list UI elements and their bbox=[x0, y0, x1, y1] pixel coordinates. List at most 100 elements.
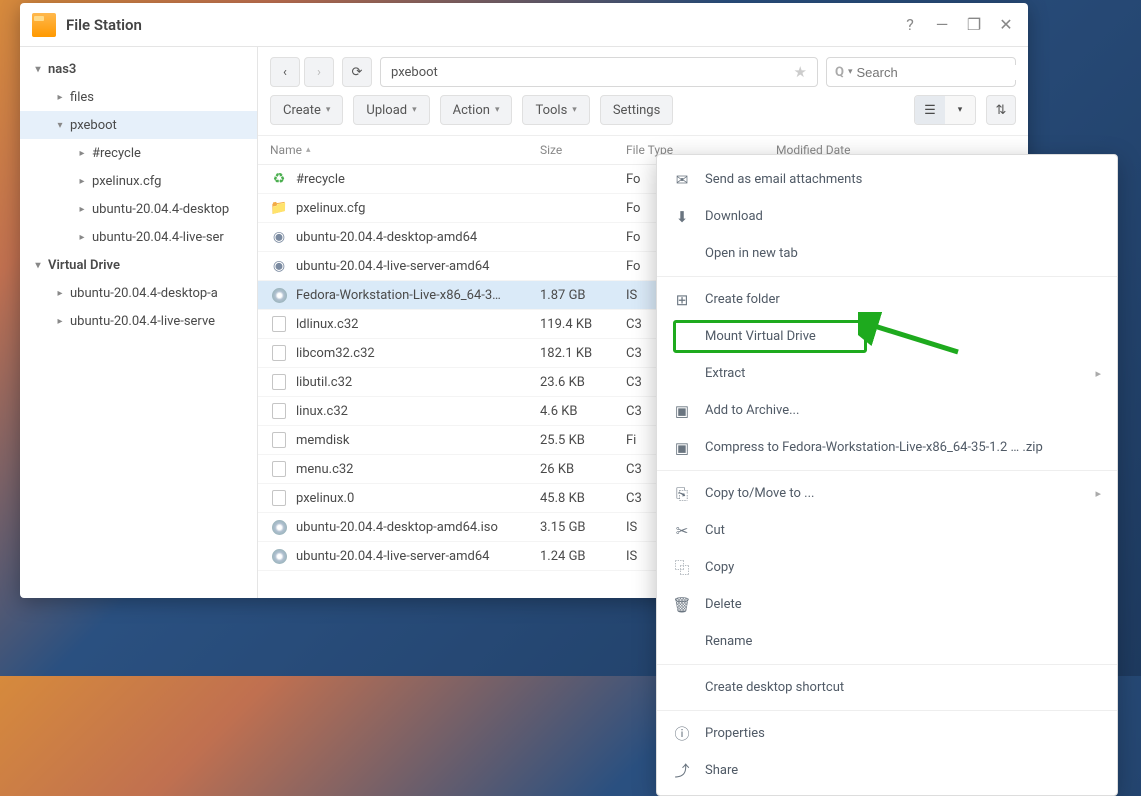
tree-item-label: ubuntu-20.04.4-desktop-a bbox=[70, 286, 218, 301]
sidebar-item-virtual-drive[interactable]: ▾Virtual Drive bbox=[20, 251, 257, 279]
window-controls: ? — ❐ ✕ bbox=[900, 15, 1016, 35]
maximize-button[interactable]: ❐ bbox=[964, 15, 984, 35]
favorite-star-icon[interactable]: ★ bbox=[794, 63, 807, 81]
context-menu-item-label: Send as email attachments bbox=[705, 172, 862, 187]
context-menu-open-in-new-tab[interactable]: Open in new tab bbox=[657, 235, 1117, 272]
file-size: 26 KB bbox=[540, 462, 626, 477]
tree-item-label: nas3 bbox=[48, 62, 76, 77]
minimize-button[interactable]: — bbox=[932, 15, 952, 35]
context-menu-cut[interactable]: ✂Cut bbox=[657, 512, 1117, 549]
context-menu-extract[interactable]: Extract ▸ bbox=[657, 355, 1117, 392]
file-icon bbox=[270, 460, 288, 478]
tree-caret-icon: ▸ bbox=[54, 92, 66, 103]
context-menu-properties[interactable]: ⓘProperties bbox=[657, 715, 1117, 752]
context-menu-rename[interactable]: Rename bbox=[657, 623, 1117, 660]
context-menu-delete[interactable]: 🗑Delete bbox=[657, 586, 1117, 623]
settings-button[interactable]: Settings bbox=[600, 95, 673, 125]
context-menu-item-label: Download bbox=[705, 209, 763, 224]
sidebar-item-nas3[interactable]: ▾ nas3 bbox=[20, 55, 257, 83]
folder-icon: 📁 bbox=[270, 199, 288, 217]
tree-item-label: Virtual Drive bbox=[48, 258, 120, 273]
sidebar-item-ubuntu-20-04-4-desktop-a[interactable]: ▸ ubuntu-20.04.4-desktop-a bbox=[20, 279, 257, 307]
file-name: ubuntu-20.04.4-desktop-amd64 bbox=[296, 230, 477, 245]
context-menu-item-icon: ▣ bbox=[673, 402, 691, 420]
sidebar-item--recycle[interactable]: ▸#recycle bbox=[20, 139, 257, 167]
path-input[interactable]: pxeboot ★ bbox=[380, 57, 818, 87]
tools-button[interactable]: Tools▾ bbox=[522, 95, 589, 125]
context-menu-download[interactable]: ⬇Download bbox=[657, 198, 1117, 235]
search-input[interactable] bbox=[857, 65, 1029, 80]
context-menu-copy-to-move-to[interactable]: ⎘Copy to/Move to ...▸ bbox=[657, 475, 1117, 512]
tree-caret-icon: ▸ bbox=[54, 288, 66, 299]
context-menu-compress-to-fedora-workstation-live-x86-64-35-1-2-zip[interactable]: ▣ Compress to Fedora-Workstation-Live-x86… bbox=[657, 429, 1117, 466]
view-dropdown-button[interactable]: ▾ bbox=[945, 96, 975, 124]
close-button[interactable]: ✕ bbox=[996, 15, 1016, 35]
context-menu-item-icon: ⊞ bbox=[673, 291, 691, 309]
search-icon: Q bbox=[835, 65, 844, 80]
sidebar-item-files[interactable]: ▸files bbox=[20, 83, 257, 111]
help-button[interactable]: ? bbox=[900, 15, 920, 35]
context-menu-share[interactable]: ⤴Share bbox=[657, 752, 1117, 789]
action-button[interactable]: Action▾ bbox=[440, 95, 513, 125]
submenu-arrow-icon: ▸ bbox=[1095, 367, 1101, 380]
file-size: 119.4 KB bbox=[540, 317, 626, 332]
sidebar-item-pxeboot[interactable]: ▾pxeboot bbox=[20, 111, 257, 139]
context-menu-item-label: Compress to Fedora-Workstation-Live-x86_… bbox=[705, 440, 1043, 455]
tree-item-label: ubuntu-20.04.4-desktop bbox=[92, 202, 229, 217]
context-menu-copy[interactable]: ⿻Copy bbox=[657, 549, 1117, 586]
upload-button[interactable]: Upload▾ bbox=[353, 95, 429, 125]
tree-item-label: #recycle bbox=[92, 146, 141, 161]
file-name: ldlinux.c32 bbox=[296, 317, 358, 332]
context-menu-item-label: Delete bbox=[705, 597, 742, 612]
nav-forward-button[interactable]: › bbox=[304, 57, 334, 87]
file-size: 23.6 KB bbox=[540, 375, 626, 390]
app-title: File Station bbox=[66, 16, 900, 34]
file-name: memdisk bbox=[296, 433, 350, 448]
file-icon bbox=[270, 344, 288, 362]
sort-button[interactable]: ⇅ bbox=[986, 95, 1016, 125]
sidebar-item-pxelinux-cfg[interactable]: ▸ pxelinux.cfg bbox=[20, 167, 257, 195]
sidebar-item-ubuntu-20-04-4-desktop[interactable]: ▸ubuntu-20.04.4-desktop bbox=[20, 195, 257, 223]
nav-back-button[interactable]: ‹ bbox=[270, 57, 300, 87]
sidebar-item-ubuntu-20-04-4-live-serve[interactable]: ▸ubuntu-20.04.4-live-serve bbox=[20, 307, 257, 335]
context-menu-item-icon: ✉ bbox=[673, 171, 691, 189]
context-menu-create-folder[interactable]: ⊞ Create folder bbox=[657, 281, 1117, 318]
context-menu-separator bbox=[657, 470, 1117, 471]
file-name: menu.c32 bbox=[296, 462, 353, 477]
view-list-button[interactable]: ☰ bbox=[915, 96, 945, 124]
context-menu-mount-virtual-drive[interactable]: Mount Virtual Drive bbox=[657, 318, 1117, 355]
mount-icon: ◉ bbox=[270, 257, 288, 275]
path-text: pxeboot bbox=[391, 65, 438, 80]
refresh-button[interactable]: ⟳ bbox=[342, 57, 372, 87]
tree-item-label: pxelinux.cfg bbox=[92, 174, 161, 189]
file-name: libutil.c32 bbox=[296, 375, 352, 390]
col-header-size[interactable]: Size bbox=[540, 143, 626, 157]
app-icon bbox=[32, 13, 56, 37]
tree-caret-icon: ▸ bbox=[76, 232, 88, 243]
context-menu-item-icon: ⎘ bbox=[673, 485, 691, 503]
context-menu-item-label: Mount Virtual Drive bbox=[705, 329, 816, 344]
context-menu-create-desktop-shortcut[interactable]: Create desktop shortcut bbox=[657, 669, 1117, 706]
file-icon bbox=[270, 315, 288, 333]
sidebar-item-ubuntu-20-04-4-live-ser[interactable]: ▸ubuntu-20.04.4-live-ser bbox=[20, 223, 257, 251]
context-menu-item-label: Extract bbox=[705, 366, 745, 381]
context-menu-item-label: Create folder bbox=[705, 292, 780, 307]
context-menu-add-to-archive[interactable]: ▣Add to Archive... bbox=[657, 392, 1117, 429]
context-menu-item-icon: ▣ bbox=[673, 439, 691, 457]
file-name: libcom32.c32 bbox=[296, 346, 375, 361]
search-box[interactable]: Q▾ bbox=[826, 57, 1016, 87]
context-menu-item-label: Rename bbox=[705, 634, 752, 649]
iso-icon bbox=[270, 286, 288, 304]
col-header-name[interactable]: Name▴ bbox=[258, 143, 540, 157]
create-button[interactable]: Create▾ bbox=[270, 95, 343, 125]
iso-icon bbox=[270, 518, 288, 536]
context-menu-item-label: Open in new tab bbox=[705, 246, 798, 261]
tree-caret-icon: ▾ bbox=[32, 64, 44, 75]
tree-caret-icon: ▾ bbox=[54, 120, 66, 131]
context-menu-item-label: Properties bbox=[705, 726, 765, 741]
context-menu: ✉ Send as email attachments ⬇Download Open … bbox=[656, 154, 1118, 796]
tree-caret-icon: ▸ bbox=[76, 176, 88, 187]
context-menu-send-as-email-attachments[interactable]: ✉ Send as email attachments bbox=[657, 161, 1117, 198]
context-menu-item-label: Copy to/Move to ... bbox=[705, 486, 814, 501]
context-menu-item-icon: ✂ bbox=[673, 522, 691, 540]
